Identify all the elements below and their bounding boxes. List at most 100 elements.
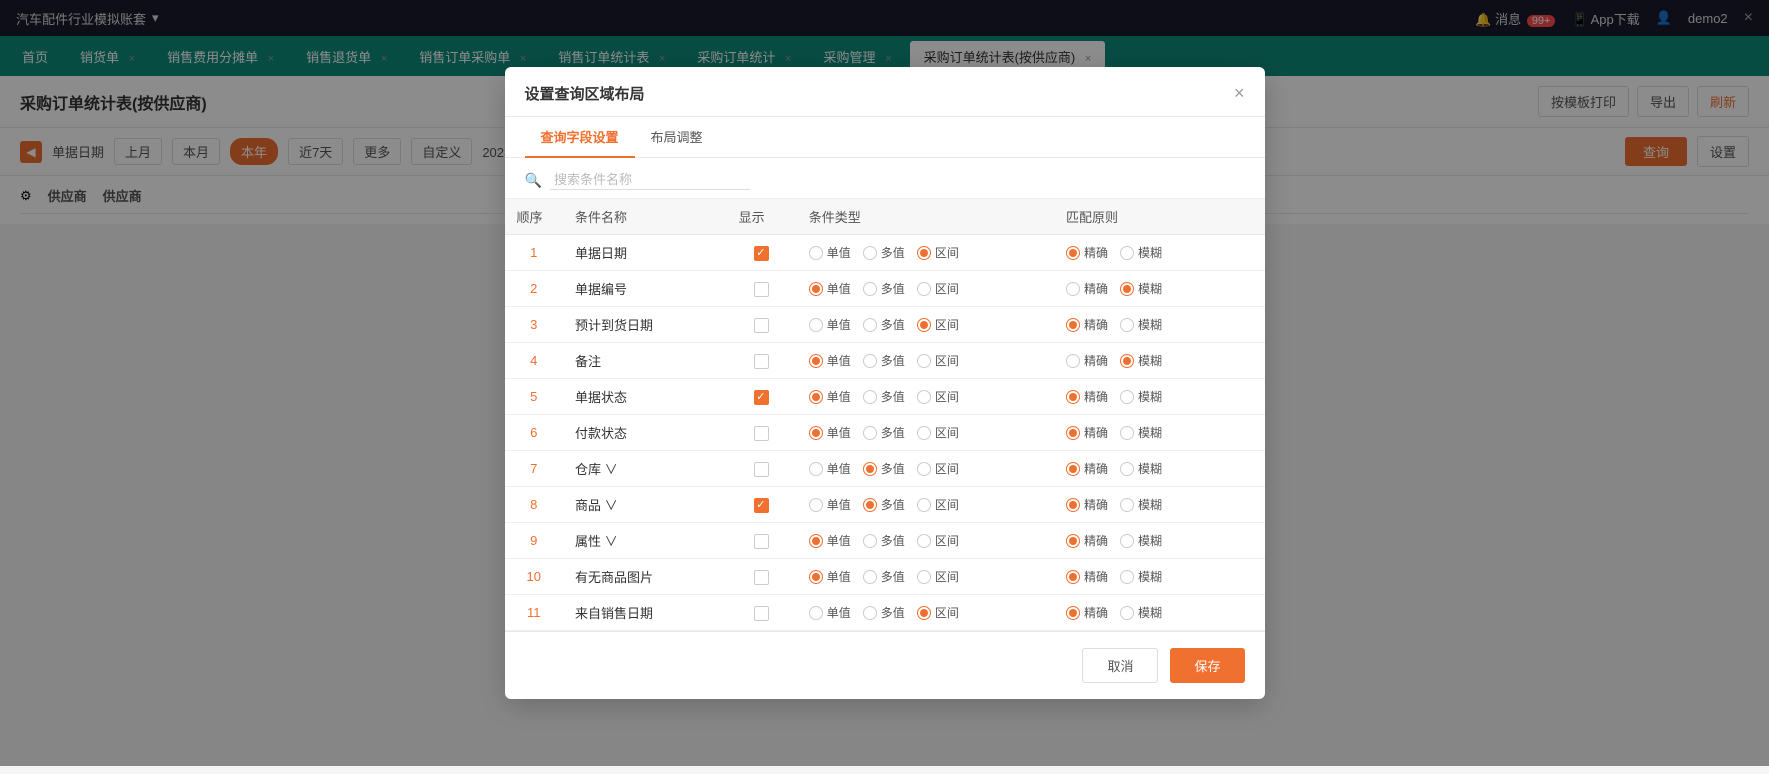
match-radio-模糊[interactable]: 模糊: [1120, 532, 1162, 549]
match-radio-模糊[interactable]: 模糊: [1120, 496, 1162, 513]
row-show-checkbox[interactable]: [727, 271, 797, 307]
row-show-checkbox[interactable]: [727, 343, 797, 379]
tab-query-fields[interactable]: 查询字段设置: [525, 117, 635, 158]
type-radio-区间[interactable]: 区间: [917, 424, 959, 441]
row-show-checkbox[interactable]: [727, 379, 797, 415]
save-button[interactable]: 保存: [1170, 648, 1244, 683]
dialog-title: 设置查询区域布局: [525, 83, 645, 104]
type-radio-区间[interactable]: 区间: [917, 280, 959, 297]
radio-dot: [1066, 354, 1080, 368]
type-radio-多值[interactable]: 多值: [863, 280, 905, 297]
type-radio-单值[interactable]: 单值: [809, 532, 851, 549]
match-radio-精确[interactable]: 精确: [1066, 244, 1108, 261]
type-radio-多值[interactable]: 多值: [863, 532, 905, 549]
show-checkbox[interactable]: [754, 318, 769, 333]
match-radio-精确[interactable]: 精确: [1066, 316, 1108, 333]
type-radio-单值[interactable]: 单值: [809, 496, 851, 513]
row-show-checkbox[interactable]: [727, 235, 797, 271]
type-radio-多值[interactable]: 多值: [863, 316, 905, 333]
row-order: 8: [505, 487, 563, 523]
match-radio-模糊[interactable]: 模糊: [1120, 604, 1162, 621]
show-checkbox[interactable]: [754, 390, 769, 405]
show-checkbox[interactable]: [754, 426, 769, 441]
row-type: 单值多值区间: [797, 343, 1054, 379]
match-radio-模糊[interactable]: 模糊: [1120, 388, 1162, 405]
row-show-checkbox[interactable]: [727, 487, 797, 523]
type-radio-区间[interactable]: 区间: [917, 244, 959, 261]
type-radio-区间[interactable]: 区间: [917, 604, 959, 621]
show-checkbox[interactable]: [754, 282, 769, 297]
search-input[interactable]: [550, 170, 750, 190]
dialog-close-btn[interactable]: ×: [1234, 83, 1245, 104]
type-radio-多值[interactable]: 多值: [863, 424, 905, 441]
type-radio-单值[interactable]: 单值: [809, 568, 851, 585]
match-radio-精确[interactable]: 精确: [1066, 568, 1108, 585]
type-radio-多值[interactable]: 多值: [863, 244, 905, 261]
match-radio-模糊[interactable]: 模糊: [1120, 280, 1162, 297]
radio-label: 精确: [1084, 532, 1108, 549]
radio-label: 区间: [935, 388, 959, 405]
radio-label: 模糊: [1138, 244, 1162, 261]
type-radio-单值[interactable]: 单值: [809, 604, 851, 621]
type-radio-区间[interactable]: 区间: [917, 568, 959, 585]
type-radio-区间[interactable]: 区间: [917, 316, 959, 333]
radio-dot: [917, 606, 931, 620]
match-radio-精确[interactable]: 精确: [1066, 604, 1108, 621]
row-show-checkbox[interactable]: [727, 523, 797, 559]
type-radio-多值[interactable]: 多值: [863, 460, 905, 477]
radio-label: 单值: [827, 424, 851, 441]
th-name: 条件名称: [563, 199, 727, 235]
type-radio-单值[interactable]: 单值: [809, 280, 851, 297]
type-radio-单值[interactable]: 单值: [809, 244, 851, 261]
show-checkbox[interactable]: [754, 354, 769, 369]
match-radio-模糊[interactable]: 模糊: [1120, 460, 1162, 477]
match-radio-模糊[interactable]: 模糊: [1120, 244, 1162, 261]
match-radio-模糊[interactable]: 模糊: [1120, 424, 1162, 441]
row-show-checkbox[interactable]: [727, 307, 797, 343]
cancel-button[interactable]: 取消: [1082, 648, 1158, 683]
show-checkbox[interactable]: [754, 606, 769, 621]
match-radio-模糊[interactable]: 模糊: [1120, 352, 1162, 369]
match-radio-精确[interactable]: 精确: [1066, 532, 1108, 549]
type-radio-多值[interactable]: 多值: [863, 352, 905, 369]
type-radio-单值[interactable]: 单值: [809, 424, 851, 441]
row-show-checkbox[interactable]: [727, 451, 797, 487]
match-radio-模糊[interactable]: 模糊: [1120, 568, 1162, 585]
type-radio-单值[interactable]: 单值: [809, 388, 851, 405]
row-show-checkbox[interactable]: [727, 415, 797, 451]
row-show-checkbox[interactable]: [727, 595, 797, 631]
show-checkbox[interactable]: [754, 570, 769, 585]
row-show-checkbox[interactable]: [727, 559, 797, 595]
type-radio-多值[interactable]: 多值: [863, 604, 905, 621]
radio-label: 精确: [1084, 460, 1108, 477]
settings-table: 顺序 条件名称 显示 条件类型 匹配原则: [505, 199, 1265, 631]
show-checkbox[interactable]: [754, 534, 769, 549]
type-radio-单值[interactable]: 单值: [809, 460, 851, 477]
match-radio-精确[interactable]: 精确: [1066, 496, 1108, 513]
row-name: 属性 ∨: [563, 523, 727, 559]
type-radio-多值[interactable]: 多值: [863, 496, 905, 513]
radio-label: 精确: [1084, 244, 1108, 261]
type-radio-多值[interactable]: 多值: [863, 388, 905, 405]
type-radio-单值[interactable]: 单值: [809, 316, 851, 333]
match-radio-精确[interactable]: 精确: [1066, 460, 1108, 477]
match-radio-精确[interactable]: 精确: [1066, 424, 1108, 441]
show-checkbox[interactable]: [754, 246, 769, 261]
row-order: 1: [505, 235, 563, 271]
type-radio-单值[interactable]: 单值: [809, 352, 851, 369]
tab-layout-adjust[interactable]: 布局调整: [635, 117, 719, 158]
show-checkbox[interactable]: [754, 462, 769, 477]
radio-label: 模糊: [1138, 532, 1162, 549]
show-checkbox[interactable]: [754, 498, 769, 513]
match-radio-精确[interactable]: 精确: [1066, 280, 1108, 297]
match-radio-精确[interactable]: 精确: [1066, 352, 1108, 369]
type-radio-多值[interactable]: 多值: [863, 568, 905, 585]
type-radio-区间[interactable]: 区间: [917, 388, 959, 405]
type-radio-区间[interactable]: 区间: [917, 352, 959, 369]
match-radio-精确[interactable]: 精确: [1066, 388, 1108, 405]
radio-dot: [809, 426, 823, 440]
type-radio-区间[interactable]: 区间: [917, 496, 959, 513]
match-radio-模糊[interactable]: 模糊: [1120, 316, 1162, 333]
type-radio-区间[interactable]: 区间: [917, 460, 959, 477]
type-radio-区间[interactable]: 区间: [917, 532, 959, 549]
